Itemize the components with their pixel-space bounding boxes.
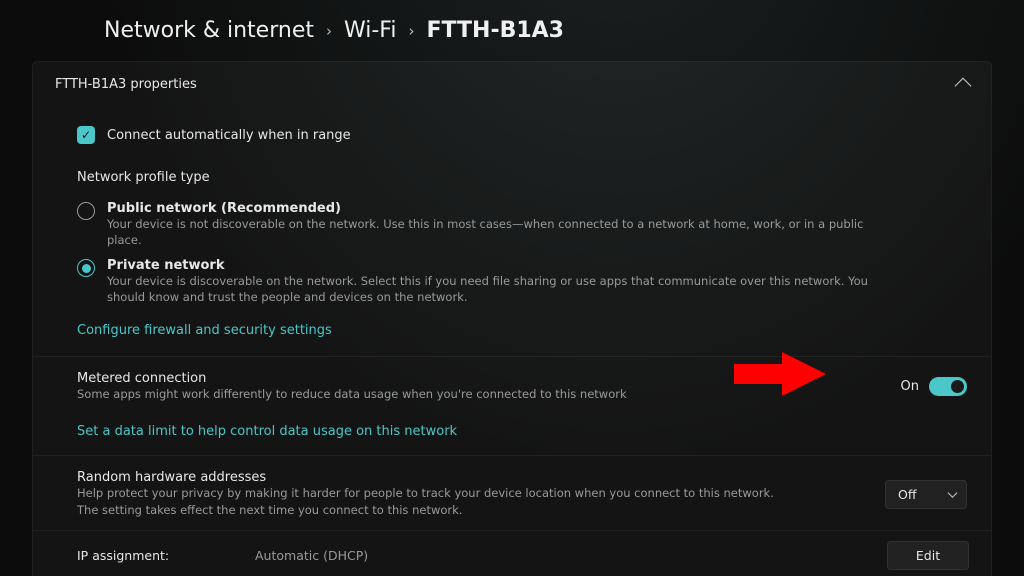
- properties-card: FTTH-B1A3 properties Connect automatical…: [32, 61, 992, 576]
- auto-connect-label: Connect automatically when in range: [107, 128, 351, 143]
- metered-toggle[interactable]: [929, 377, 967, 396]
- ip-assignment-label: IP assignment:: [55, 548, 255, 563]
- auto-connect-checkbox[interactable]: [77, 126, 95, 144]
- chevron-down-icon: [948, 488, 958, 498]
- ip-assignment-value: Automatic (DHCP): [255, 548, 887, 563]
- metered-state-label: On: [901, 379, 919, 394]
- public-network-desc: Your device is not discoverable on the n…: [107, 216, 887, 248]
- network-profile-header: Network profile type: [77, 160, 969, 199]
- chevron-right-icon: ›: [326, 22, 332, 40]
- random-hw-value: Off: [898, 487, 916, 502]
- private-network-radio[interactable]: [77, 259, 95, 277]
- ip-assignment-row: IP assignment: Automatic (DHCP) Edit: [33, 531, 991, 576]
- random-hw-desc: Help protect your privacy by making it h…: [77, 485, 777, 517]
- breadcrumb-current: FTTH-B1A3: [426, 18, 564, 43]
- breadcrumb-network[interactable]: Network & internet: [104, 18, 314, 43]
- public-network-radio[interactable]: [77, 202, 95, 220]
- random-hw-select[interactable]: Off: [885, 480, 967, 509]
- metered-connection-row: Metered connection Some apps might work …: [33, 357, 991, 414]
- metered-title: Metered connection: [77, 371, 885, 386]
- metered-desc: Some apps might work differently to redu…: [77, 386, 777, 402]
- chevron-right-icon: ›: [408, 22, 414, 40]
- properties-title: FTTH-B1A3 properties: [55, 77, 197, 92]
- chevron-up-icon: [955, 78, 972, 95]
- firewall-settings-link[interactable]: Configure firewall and security settings: [77, 313, 332, 338]
- public-network-title: Public network (Recommended): [107, 201, 887, 216]
- properties-expander[interactable]: FTTH-B1A3 properties: [33, 62, 991, 106]
- private-network-desc: Your device is discoverable on the netwo…: [107, 273, 887, 305]
- random-hw-title: Random hardware addresses: [77, 470, 869, 485]
- random-hw-row: Random hardware addresses Help protect y…: [33, 456, 991, 529]
- ip-edit-button[interactable]: Edit: [887, 541, 969, 570]
- breadcrumb: Network & internet › Wi-Fi › FTTH-B1A3: [32, 10, 992, 61]
- breadcrumb-wifi[interactable]: Wi-Fi: [344, 18, 397, 43]
- data-limit-link[interactable]: Set a data limit to help control data us…: [77, 414, 457, 439]
- private-network-title: Private network: [107, 258, 887, 273]
